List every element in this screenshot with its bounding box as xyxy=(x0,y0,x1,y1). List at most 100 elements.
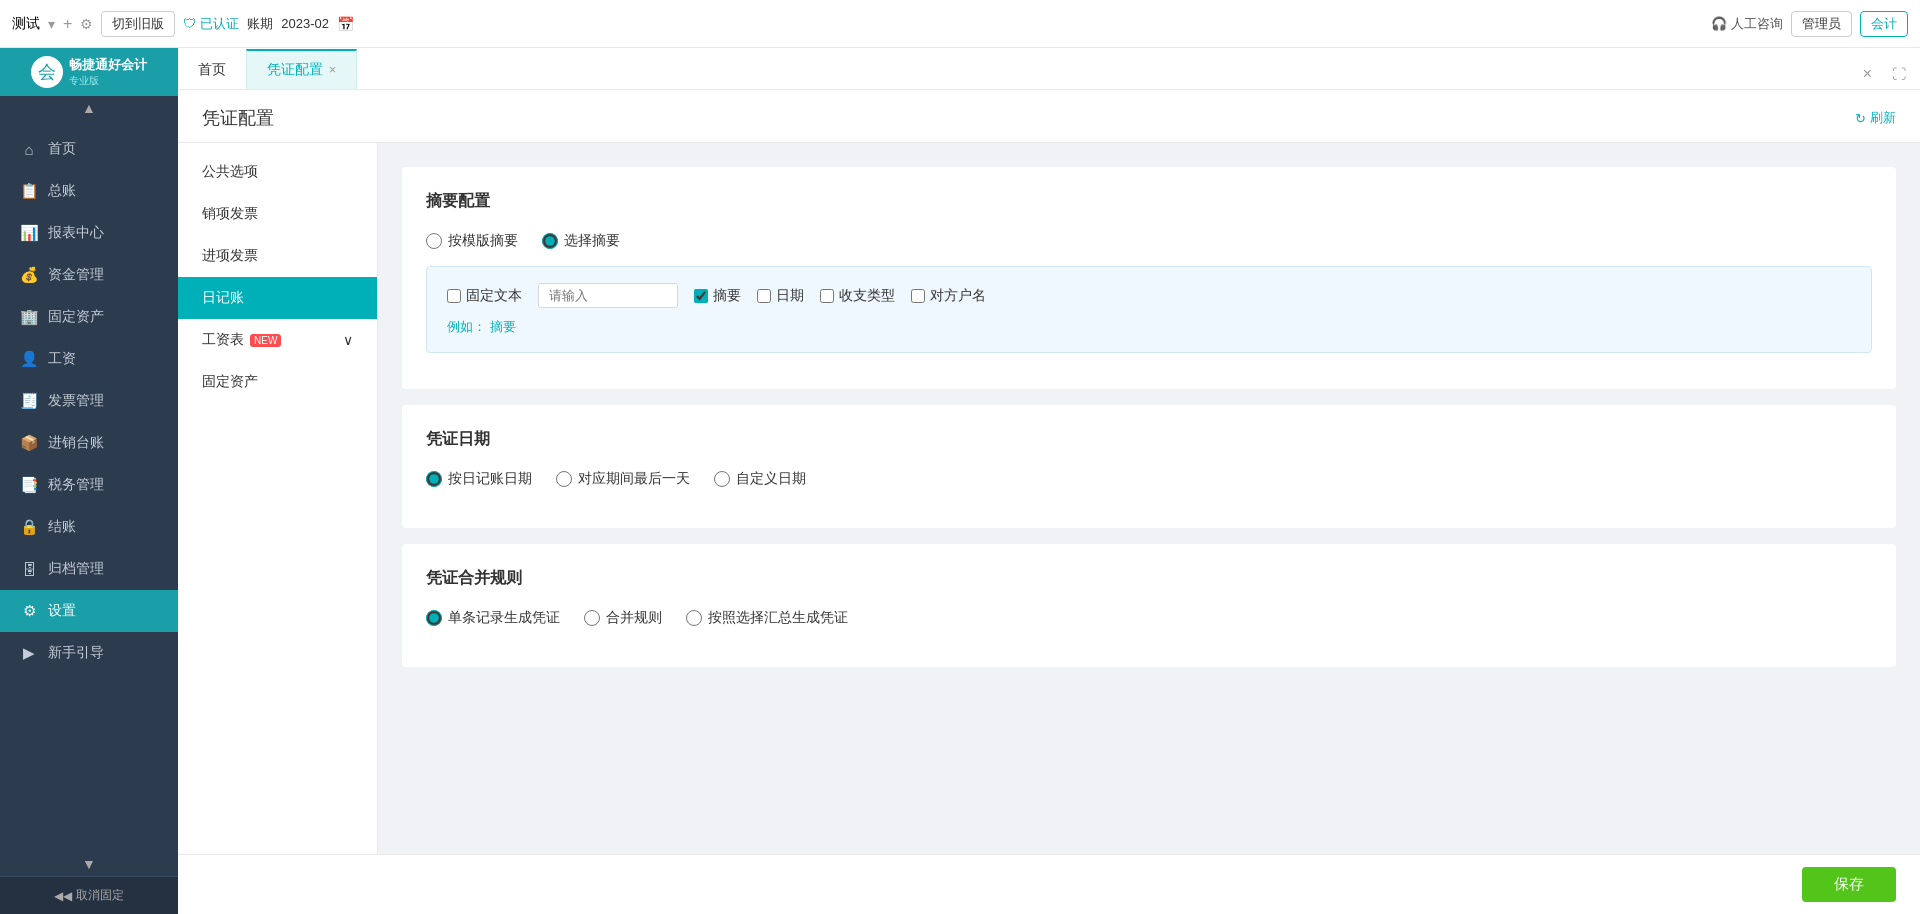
old-version-button[interactable]: 切到旧版 xyxy=(101,11,175,37)
window-close-icon[interactable]: × xyxy=(1857,59,1878,89)
sidebar-item-guide[interactable]: ▶ 新手引导 xyxy=(0,632,178,674)
summary-config-section: 摘要配置 按模版摘要 选择摘要 xyxy=(402,167,1896,389)
sidebar-item-archive[interactable]: 🗄 归档管理 xyxy=(0,548,178,590)
cancel-fixed-button[interactable]: ◀◀ 取消固定 xyxy=(0,876,178,914)
counterpart-checkbox-label[interactable]: 对方户名 xyxy=(911,287,986,305)
save-bar: 保存 xyxy=(178,854,1920,914)
left-nav-label-public: 公共选项 xyxy=(202,163,258,181)
payroll-table-chevron: ∨ xyxy=(343,332,353,348)
sidebar-item-payroll[interactable]: 👤 工资 xyxy=(0,338,178,380)
summary-template-radio[interactable] xyxy=(426,233,442,249)
fixed-assets-icon: 🏢 xyxy=(20,308,38,326)
tab-home[interactable]: 首页 xyxy=(178,50,246,89)
home-icon: ⌂ xyxy=(20,140,38,158)
merge-rule-radio[interactable] xyxy=(584,610,600,626)
admin-button[interactable]: 管理员 xyxy=(1791,11,1852,37)
sidebar-item-invoice[interactable]: 🧾 发票管理 xyxy=(0,380,178,422)
certified-text: 已认证 xyxy=(200,15,239,33)
topbar-gear-icon[interactable]: ⚙ xyxy=(80,16,93,32)
period-last-day-radio[interactable] xyxy=(556,471,572,487)
income-expense-checkbox[interactable] xyxy=(820,289,834,303)
sidebar-item-funds[interactable]: 💰 资金管理 xyxy=(0,254,178,296)
summary-select-radio[interactable] xyxy=(542,233,558,249)
save-button[interactable]: 保存 xyxy=(1802,867,1896,902)
sidebar-scroll-up[interactable]: ▲ xyxy=(0,96,178,120)
left-nav-item-journal[interactable]: 日记账 xyxy=(178,277,377,319)
date-checkbox[interactable] xyxy=(757,289,771,303)
date-radio-journal[interactable]: 按日记账日期 xyxy=(426,470,532,488)
single-record-radio[interactable] xyxy=(426,610,442,626)
tab-close-icon[interactable]: × xyxy=(329,63,336,77)
sidebar-item-fixed-assets[interactable]: 🏢 固定资产 xyxy=(0,296,178,338)
left-nav-label-payroll-table: 工资表 xyxy=(202,331,244,349)
refresh-button[interactable]: ↻ 刷新 xyxy=(1855,109,1896,127)
sidebar-item-label-purchase-sales: 进销台账 xyxy=(48,434,104,452)
left-nav-item-purchase-invoice[interactable]: 进项发票 xyxy=(178,235,377,277)
fullscreen-icon[interactable]: ⛶ xyxy=(1886,60,1912,88)
fixed-text-label: 固定文本 xyxy=(466,287,522,305)
certified-icon: 🛡 xyxy=(183,16,196,31)
sidebar-item-ledger[interactable]: 📋 总账 xyxy=(0,170,178,212)
date-radio-period-last[interactable]: 对应期间最后一天 xyxy=(556,470,690,488)
logo-icon: 会 xyxy=(31,56,63,88)
sidebar-item-reports[interactable]: 📊 报表中心 xyxy=(0,212,178,254)
sidebar-logo: 会 畅捷通好会计 专业版 xyxy=(0,48,178,96)
sidebar-item-purchase-sales[interactable]: 📦 进销台账 xyxy=(0,422,178,464)
period-value: 2023-02 xyxy=(281,16,329,31)
left-nav: 公共选项 销项发票 进项发票 日记账 工资表 NEW ∨ 固定资产 xyxy=(178,143,378,854)
fixed-text-checkbox-label[interactable]: 固定文本 xyxy=(447,287,522,305)
sidebar-item-label-reports: 报表中心 xyxy=(48,224,104,242)
split-layout: 公共选项 销项发票 进项发票 日记账 工资表 NEW ∨ 固定资产 xyxy=(178,143,1920,854)
calendar-icon[interactable]: 📅 xyxy=(337,16,354,32)
sidebar-item-settings[interactable]: ⚙ 设置 xyxy=(0,590,178,632)
date-radio-custom[interactable]: 自定义日期 xyxy=(714,470,806,488)
left-nav-item-payroll-table[interactable]: 工资表 NEW ∨ xyxy=(178,319,377,361)
left-nav-item-fixed-assets[interactable]: 固定资产 xyxy=(178,361,377,403)
left-nav-item-sales-invoice[interactable]: 销项发票 xyxy=(178,193,377,235)
income-expense-checkbox-label[interactable]: 收支类型 xyxy=(820,287,895,305)
merge-radio-single[interactable]: 单条记录生成凭证 xyxy=(426,609,560,627)
consult-button[interactable]: 🎧 人工咨询 xyxy=(1711,15,1783,33)
custom-date-label: 自定义日期 xyxy=(736,470,806,488)
tab-home-label: 首页 xyxy=(198,61,226,79)
merge-radio-rule[interactable]: 合并规则 xyxy=(584,609,662,627)
merge-radio-select-summary[interactable]: 按照选择汇总生成凭证 xyxy=(686,609,848,627)
custom-date-radio[interactable] xyxy=(714,471,730,487)
left-nav-label-purchase-invoice: 进项发票 xyxy=(202,247,258,265)
guide-icon: ▶ xyxy=(20,644,38,662)
summary-template-label: 按模版摘要 xyxy=(448,232,518,250)
topbar-plus-icon[interactable]: + xyxy=(63,15,72,33)
period-last-day-label: 对应期间最后一天 xyxy=(578,470,690,488)
sidebar-item-label-closing: 结账 xyxy=(48,518,76,536)
sidebar-item-home[interactable]: ⌂ 首页 xyxy=(0,128,178,170)
counterpart-checkbox[interactable] xyxy=(911,289,925,303)
left-nav-item-public[interactable]: 公共选项 xyxy=(178,151,377,193)
tab-voucher-config-label: 凭证配置 xyxy=(267,61,323,79)
refresh-text: 刷新 xyxy=(1870,109,1896,127)
archive-icon: 🗄 xyxy=(20,560,38,578)
date-checkbox-label[interactable]: 日期 xyxy=(757,287,804,305)
sidebar-item-label-guide: 新手引导 xyxy=(48,644,104,662)
summary-radio-template[interactable]: 按模版摘要 xyxy=(426,232,518,250)
voucher-merge-section: 凭证合并规则 单条记录生成凭证 合并规则 按照选择汇总生成凭证 xyxy=(402,544,1896,667)
journal-date-radio[interactable] xyxy=(426,471,442,487)
tabs-actions: × ⛶ xyxy=(1857,59,1920,89)
tab-voucher-config[interactable]: 凭证配置 × xyxy=(246,49,357,89)
summary-checkbox-label[interactable]: 摘要 xyxy=(694,287,741,305)
period-label: 账期 xyxy=(247,15,273,33)
consult-icon: 🎧 xyxy=(1711,16,1727,31)
summary-radio-select[interactable]: 选择摘要 xyxy=(542,232,620,250)
logo-sub: 专业版 xyxy=(69,74,147,88)
sidebar-item-tax[interactable]: 📑 税务管理 xyxy=(0,464,178,506)
sidebar-scroll-down[interactable]: ▼ xyxy=(0,852,178,876)
sidebar-item-closing[interactable]: 🔒 结账 xyxy=(0,506,178,548)
summary-checkbox[interactable] xyxy=(694,289,708,303)
fixed-text-input[interactable] xyxy=(538,283,678,308)
single-record-label: 单条记录生成凭证 xyxy=(448,609,560,627)
topbar: 测试 ▾ + ⚙ 切到旧版 🛡 已认证 账期 2023-02 📅 🎧 人工咨询 … xyxy=(0,0,1920,48)
topbar-dropdown-icon[interactable]: ▾ xyxy=(48,16,55,32)
voucher-merge-title: 凭证合并规则 xyxy=(426,568,1872,589)
select-summary-radio[interactable] xyxy=(686,610,702,626)
fixed-text-checkbox[interactable] xyxy=(447,289,461,303)
accountant-button[interactable]: 会计 xyxy=(1860,11,1908,37)
